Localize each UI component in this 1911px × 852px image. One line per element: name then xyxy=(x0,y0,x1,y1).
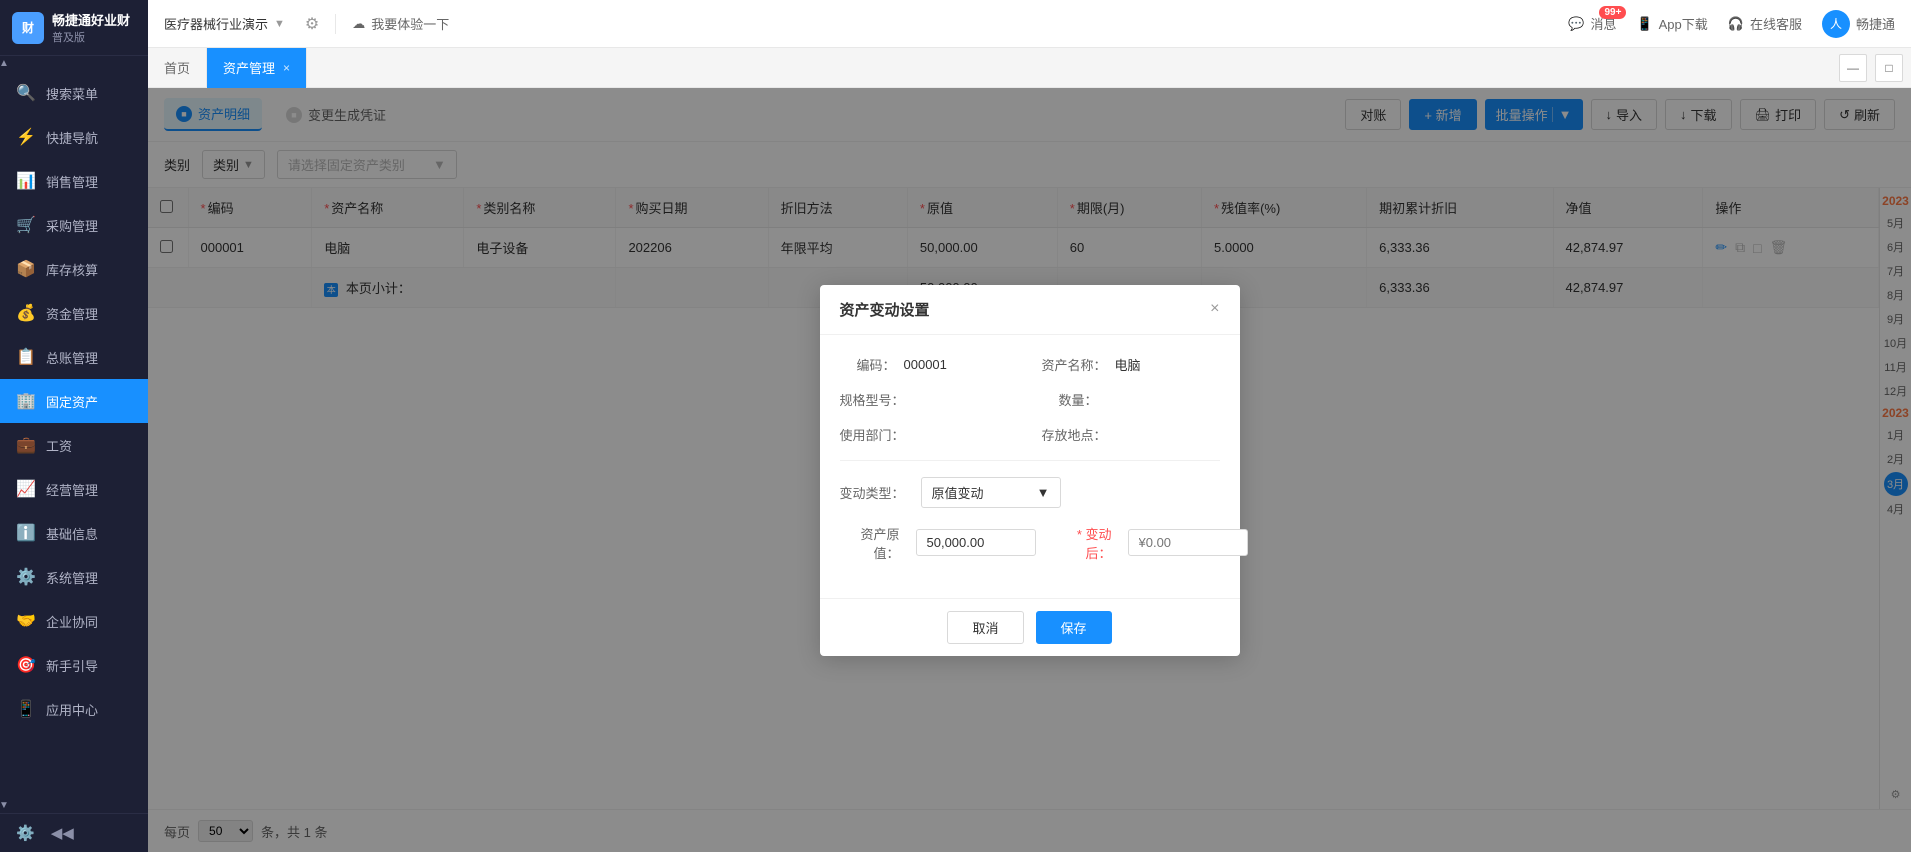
topbar-right: 💬 消息 99+ 📱 App下载 🎧 在线客服 人 畅捷通 xyxy=(1568,10,1895,38)
search-icon: 🔍 xyxy=(16,83,36,103)
modal-field-spec: 规格型号： xyxy=(840,390,1018,409)
modal-row-2: 规格型号： 数量： xyxy=(840,390,1220,409)
original-value-input[interactable] xyxy=(916,529,1036,556)
modal-title: 资产变动设置 xyxy=(840,299,930,320)
sidebar-item-payroll[interactable]: 💼 工资 xyxy=(0,423,148,467)
sidebar-item-system[interactable]: ⚙️ 系统管理 xyxy=(0,555,148,599)
message-badge: 99+ xyxy=(1599,6,1626,19)
modal-field-storage: 存放地点： xyxy=(1042,425,1220,444)
logo-text: 畅捷通好业财 普及版 xyxy=(52,10,130,45)
message-icon: 💬 xyxy=(1568,16,1584,32)
feedback-icon: ☁ xyxy=(352,16,365,32)
sidebar-item-ledger[interactable]: 📋 总账管理 xyxy=(0,335,148,379)
after-value-input[interactable] xyxy=(1128,529,1248,556)
modal-overlay: 资产变动设置 × 编码： 000001 资产名称： 电脑 xyxy=(148,88,1911,852)
app-center-icon: 📱 xyxy=(16,699,36,719)
inventory-icon: 📦 xyxy=(16,259,36,279)
sidebar-scroll-up[interactable]: ▲ xyxy=(0,56,8,71)
sidebar-item-fixed-assets[interactable]: 🏢 固定资产 xyxy=(0,379,148,423)
tabs-right: — □ xyxy=(1839,54,1911,82)
modal-close-button[interactable]: × xyxy=(1210,300,1219,318)
logo-icon: 财 xyxy=(12,12,44,44)
quicknav-icon: ⚡ xyxy=(16,127,36,147)
modal-header: 资产变动设置 × xyxy=(820,285,1240,335)
sidebar-item-sales[interactable]: 📊 销售管理 xyxy=(0,159,148,203)
sales-icon: 📊 xyxy=(16,171,36,191)
sidebar-item-app-center[interactable]: 📱 应用中心 xyxy=(0,687,148,731)
user-avatar[interactable]: 人 畅捷通 xyxy=(1822,10,1895,38)
modal-field-code: 编码： 000001 xyxy=(840,355,1018,374)
online-service-icon: 🎧 xyxy=(1728,16,1744,32)
company-arrow-icon: ▼ xyxy=(274,18,285,30)
topbar: 医疗器械行业演示 ▼ ⚙ ☁ 我要体验一下 💬 消息 99+ 📱 App下载 🎧… xyxy=(148,0,1911,48)
change-type-select[interactable]: 原值变动 ▼ xyxy=(921,477,1061,508)
basic-info-icon: ℹ️ xyxy=(16,523,36,543)
company-name: 医疗器械行业演示 xyxy=(164,14,268,33)
modal-divider xyxy=(840,460,1220,461)
after-label: * 变动后： xyxy=(1052,524,1112,562)
payroll-icon: 💼 xyxy=(16,435,36,455)
modal-form-row-values: 资产原值： * 变动后： xyxy=(840,524,1220,562)
modal-footer: 取消 保存 xyxy=(820,598,1240,656)
fixed-assets-icon: 🏢 xyxy=(16,391,36,411)
modal-code-value: 000001 xyxy=(904,357,947,372)
purchase-icon: 🛒 xyxy=(16,215,36,235)
online-service-button[interactable]: 🎧 在线客服 xyxy=(1728,14,1802,33)
topbar-settings-icon[interactable]: ⚙ xyxy=(305,14,319,34)
username: 畅捷通 xyxy=(1856,14,1895,33)
content-area: ■ 资产明细 ■ 变更生成凭证 对账 + 新增 批量操作 ▼ ↓ xyxy=(148,88,1911,852)
asset-change-modal: 资产变动设置 × 编码： 000001 资产名称： 电脑 xyxy=(820,285,1240,656)
tab-maximize-button[interactable]: □ xyxy=(1875,54,1903,82)
main-area: 医疗器械行业演示 ▼ ⚙ ☁ 我要体验一下 💬 消息 99+ 📱 App下载 🎧… xyxy=(148,0,1911,852)
sidebar-logo: 财 畅捷通好业财 普及版 xyxy=(0,0,148,56)
operations-icon: 📈 xyxy=(16,479,36,499)
sidebar-scroll-down[interactable]: ▼ xyxy=(0,798,8,813)
feedback-button[interactable]: ☁ 我要体验一下 xyxy=(352,14,449,33)
sidebar-bottom: ⚙️ ◀◀ xyxy=(0,813,148,852)
sidebar-item-purchase[interactable]: 🛒 采购管理 xyxy=(0,203,148,247)
tab-asset-management[interactable]: 资产管理 × xyxy=(207,48,307,88)
sidebar-item-guide[interactable]: 🎯 新手引导 xyxy=(0,643,148,687)
modal-form-row-change-type: 变动类型： 原值变动 ▼ xyxy=(840,477,1220,508)
change-type-arrow-icon: ▼ xyxy=(1037,485,1050,500)
sidebar: 财 畅捷通好业财 普及版 ▲ 🔍 搜索菜单 ⚡ 快捷导航 📊 销售管理 🛒 采购… xyxy=(0,0,148,852)
modal-body: 编码： 000001 资产名称： 电脑 规格型号： xyxy=(820,335,1240,598)
sidebar-item-basic-info[interactable]: ℹ️ 基础信息 xyxy=(0,511,148,555)
collapse-icon[interactable]: ◀◀ xyxy=(51,824,74,842)
sidebar-item-inventory[interactable]: 📦 库存核算 xyxy=(0,247,148,291)
message-button[interactable]: 💬 消息 99+ xyxy=(1568,14,1616,33)
app-download-button[interactable]: 📱 App下载 xyxy=(1636,14,1707,33)
modal-row-1: 编码： 000001 资产名称： 电脑 xyxy=(840,355,1220,374)
topbar-divider xyxy=(335,14,336,34)
finance-icon: 💰 xyxy=(16,303,36,323)
sidebar-nav: 🔍 搜索菜单 ⚡ 快捷导航 📊 销售管理 🛒 采购管理 📦 库存核算 💰 资金管… xyxy=(0,71,148,798)
save-button[interactable]: 保存 xyxy=(1036,611,1112,644)
tab-minimize-button[interactable]: — xyxy=(1839,54,1867,82)
settings-bottom-icon[interactable]: ⚙️ xyxy=(16,824,35,842)
sidebar-item-quicknav[interactable]: ⚡ 快捷导航 xyxy=(0,115,148,159)
avatar: 人 xyxy=(1822,10,1850,38)
modal-field-asset-name: 资产名称： 电脑 xyxy=(1042,355,1220,374)
sidebar-item-collaboration[interactable]: 🤝 企业协同 xyxy=(0,599,148,643)
tab-home[interactable]: 首页 xyxy=(148,48,207,88)
modal-field-quantity: 数量： xyxy=(1042,390,1220,409)
sidebar-item-operations[interactable]: 📈 经营管理 xyxy=(0,467,148,511)
app-download-icon: 📱 xyxy=(1636,16,1652,32)
modal-field-department: 使用部门： xyxy=(840,425,1018,444)
modal-asset-name-value: 电脑 xyxy=(1115,355,1141,374)
system-icon: ⚙️ xyxy=(16,567,36,587)
sidebar-item-finance[interactable]: 💰 资金管理 xyxy=(0,291,148,335)
sidebar-item-search[interactable]: 🔍 搜索菜单 xyxy=(0,71,148,115)
modal-row-3: 使用部门： 存放地点： xyxy=(840,425,1220,444)
guide-icon: 🎯 xyxy=(16,655,36,675)
tab-close-icon[interactable]: × xyxy=(283,61,290,75)
cancel-button[interactable]: 取消 xyxy=(947,611,1023,644)
ledger-icon: 📋 xyxy=(16,347,36,367)
collaboration-icon: 🤝 xyxy=(16,611,36,631)
company-selector[interactable]: 医疗器械行业演示 ▼ xyxy=(164,14,285,33)
tabs-bar: 首页 资产管理 × — □ xyxy=(148,48,1911,88)
